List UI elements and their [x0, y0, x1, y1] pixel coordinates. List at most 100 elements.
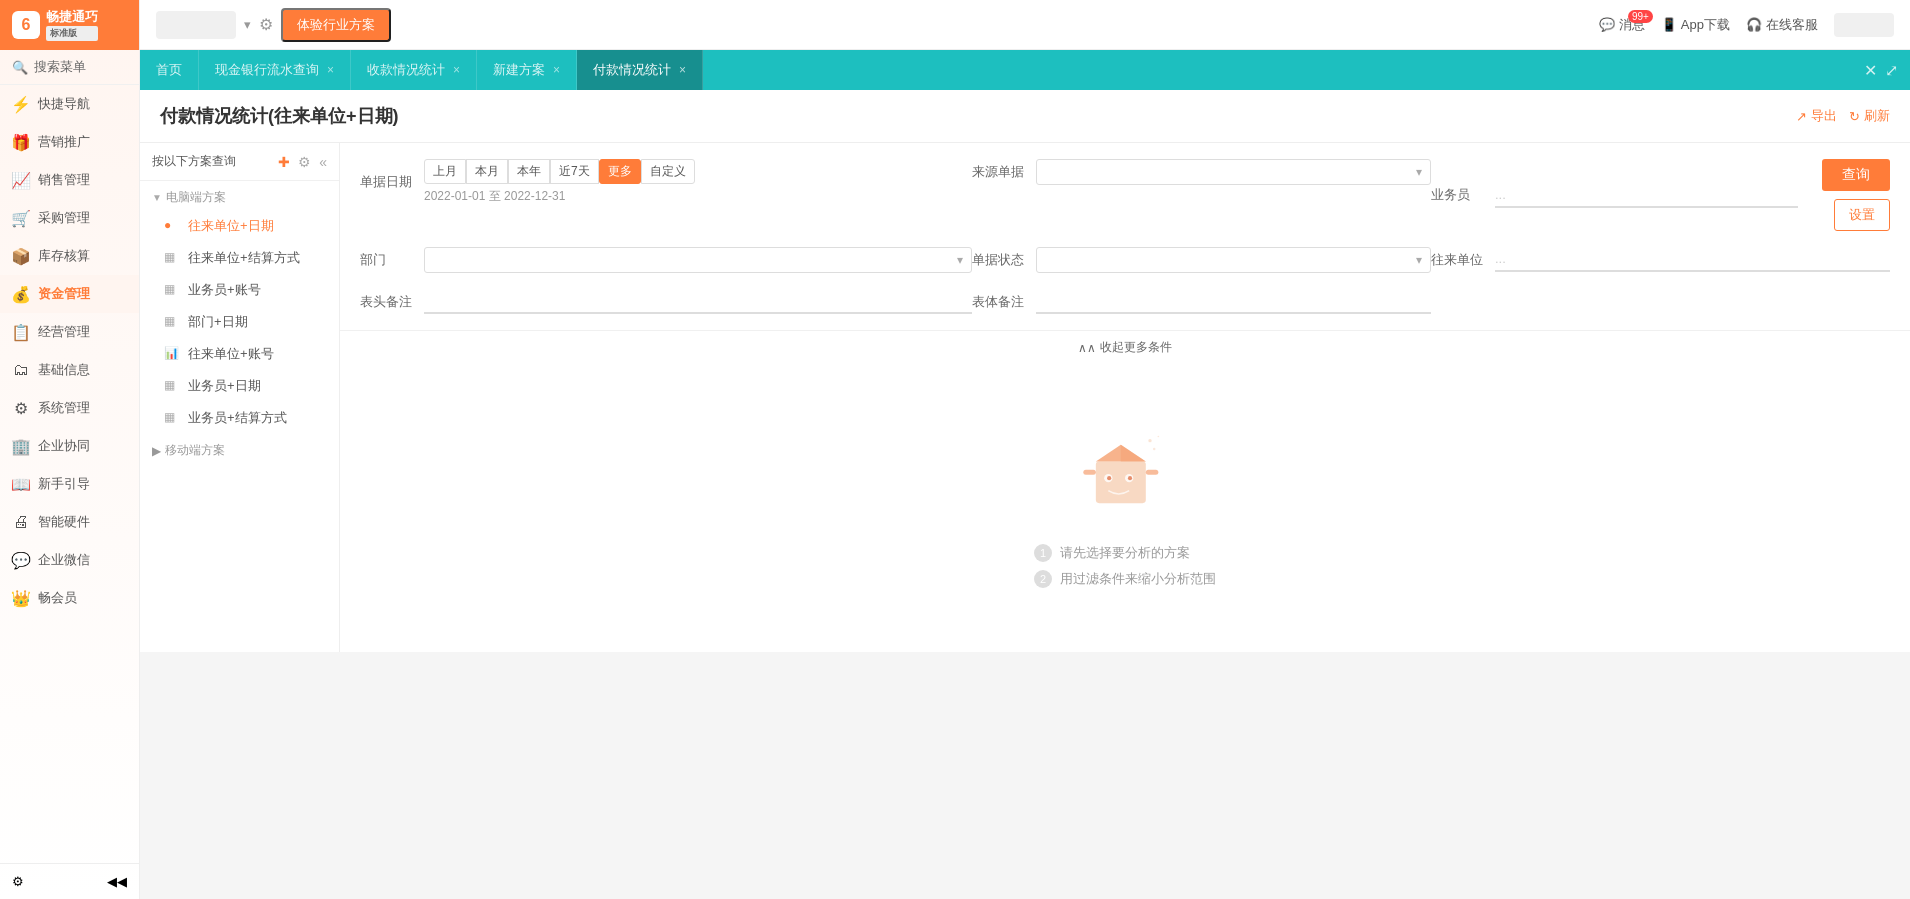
more-btn[interactable]: 更多	[599, 159, 641, 184]
scheme-header-actions: ✚ ⚙ «	[278, 154, 327, 170]
tab-close-all-icon[interactable]: ✕	[1864, 61, 1877, 80]
filter-row-1: 单据日期 上月 本月 本年 近7天 更多 自定义 20	[360, 159, 1890, 231]
page-title: 付款情况统计(往来单位+日期)	[160, 104, 399, 128]
trial-btn[interactable]: 体验行业方案	[281, 8, 391, 42]
collapse-label: 收起更多条件	[1100, 339, 1172, 356]
svg-point-1	[1153, 448, 1156, 451]
date-buttons: 上月 本月 本年 近7天 更多 自定义	[424, 159, 972, 184]
filter-row-2: 部门 ▾ 单据状态	[360, 247, 1890, 273]
scheme-item-partner-settle[interactable]: ▦ 往来单位+结算方式	[140, 242, 339, 274]
empty-state: 1 请先选择要分析的方案 2 用过滤条件来缩小分析范围	[340, 364, 1910, 652]
bill-status-select[interactable]: ▾	[1036, 247, 1431, 273]
filter-settings-btn[interactable]: 设置	[1834, 199, 1890, 231]
service-icon: 🎧	[1746, 17, 1762, 32]
empty-illustration	[1075, 424, 1175, 524]
sidebar-item-enterprise[interactable]: 🏢 企业协同	[0, 427, 139, 465]
tab-payment-close-icon[interactable]: ×	[679, 63, 686, 77]
add-scheme-btn[interactable]: ✚	[278, 154, 290, 170]
query-btn[interactable]: 查询	[1822, 159, 1890, 191]
company-dropdown-btn[interactable]: ▾	[244, 17, 251, 32]
marketing-icon: 🎁	[12, 133, 30, 151]
date-range-display: 2022-01-01 至 2022-12-31	[424, 188, 972, 205]
mobile-scheme-category[interactable]: ▶ 移动端方案	[140, 434, 339, 467]
staff-input[interactable]	[1495, 183, 1798, 207]
svg-point-9	[1128, 476, 1132, 480]
user-avatar[interactable]	[1834, 13, 1894, 37]
table-body-note-input[interactable]	[1036, 289, 1431, 313]
pc-category-label: 电脑端方案	[166, 189, 226, 206]
last-month-btn[interactable]: 上月	[424, 159, 466, 184]
last-7-btn[interactable]: 近7天	[550, 159, 599, 184]
staff-input-wrapper	[1495, 183, 1798, 208]
hardware-icon: 🖨	[12, 513, 30, 531]
scheme-item-staff-date[interactable]: ▦ 业务员+日期	[140, 370, 339, 402]
tab-new-scheme-label: 新建方案	[493, 61, 545, 79]
tab-bank-close-icon[interactable]: ×	[327, 63, 334, 77]
sidebar-item-wechat[interactable]: 💬 企业微信	[0, 541, 139, 579]
scheme-chart-icon: 📊	[164, 346, 180, 362]
tab-payment[interactable]: 付款情况统计 ×	[577, 50, 703, 90]
member-icon: 👑	[12, 589, 30, 607]
pc-scheme-category[interactable]: ▼ 电脑端方案	[140, 181, 339, 210]
tab-bank[interactable]: 现金银行流水查询 ×	[199, 50, 351, 90]
topbar-right: 💬 消息 99+ 📱 App下载 🎧 在线客服	[1599, 13, 1894, 37]
table-body-note-wrapper	[1036, 289, 1431, 314]
app-download-btn[interactable]: 📱 App下载	[1661, 16, 1730, 34]
tab-new-scheme-close-icon[interactable]: ×	[553, 63, 560, 77]
source-bill-label: 来源单据	[972, 163, 1028, 181]
tab-expand-icon[interactable]: ⤢	[1885, 61, 1898, 80]
sidebar-item-hardware[interactable]: 🖨 智能硬件	[0, 503, 139, 541]
export-label: 导出	[1811, 107, 1837, 125]
scheme-item-staff-settle[interactable]: ▦ 业务员+结算方式	[140, 402, 339, 434]
scheme-header-label: 按以下方案查询	[152, 153, 236, 170]
sidebar-item-sales[interactable]: 📈 销售管理	[0, 161, 139, 199]
sidebar-item-marketing[interactable]: 🎁 营销推广	[0, 123, 139, 161]
sidebar-nav: ⚡ 快捷导航 🎁 营销推广 📈 销售管理 🛒 采购管理 📦 库存核算 💰 资金管…	[0, 85, 139, 863]
source-bill-select[interactable]: ▾	[1036, 159, 1431, 185]
sidebar-item-finance[interactable]: 💰 资金管理	[0, 275, 139, 313]
scheme-grid-icon-3: ▦	[164, 314, 180, 330]
message-btn[interactable]: 💬 消息 99+	[1599, 16, 1645, 34]
tab-bank-label: 现金银行流水查询	[215, 61, 319, 79]
sidebar-item-label: 畅会员	[38, 589, 77, 607]
tab-receivable[interactable]: 收款情况统计 ×	[351, 50, 477, 90]
custom-btn[interactable]: 自定义	[641, 159, 695, 184]
sidebar-item-operation[interactable]: 📋 经营管理	[0, 313, 139, 351]
tab-new-scheme[interactable]: 新建方案 ×	[477, 50, 577, 90]
tab-receivable-close-icon[interactable]: ×	[453, 63, 460, 77]
tab-home[interactable]: 首页	[140, 50, 199, 90]
export-btn[interactable]: ↗ 导出	[1796, 107, 1837, 125]
partner-input-wrapper	[1495, 247, 1890, 272]
collapse-more-btn[interactable]: ∧∧ 收起更多条件	[340, 330, 1910, 364]
sidebar-item-basic[interactable]: 🗂 基础信息	[0, 351, 139, 389]
dept-select[interactable]: ▾	[424, 247, 972, 273]
dept-arrow-icon: ▾	[957, 253, 963, 267]
search-menu-item[interactable]: 🔍 搜索菜单	[0, 50, 139, 85]
scheme-item-partner-date[interactable]: ● 往来单位+日期	[140, 210, 339, 242]
collapse-sidebar-icon[interactable]: ◀◀	[107, 874, 127, 889]
sidebar-item-guide[interactable]: 📖 新手引导	[0, 465, 139, 503]
partner-input[interactable]	[1495, 247, 1890, 271]
sidebar-item-system[interactable]: ⚙ 系统管理	[0, 389, 139, 427]
scheme-list: ● 往来单位+日期 ▦ 往来单位+结算方式 ▦ 业务员+账号 ▦ 部门+日期	[140, 210, 339, 434]
scheme-item-partner-account[interactable]: 📊 往来单位+账号	[140, 338, 339, 370]
online-service-btn[interactable]: 🎧 在线客服	[1746, 16, 1818, 34]
scheme-item-dept-date[interactable]: ▦ 部门+日期	[140, 306, 339, 338]
sidebar-item-quick-nav[interactable]: ⚡ 快捷导航	[0, 85, 139, 123]
sidebar-item-purchase[interactable]: 🛒 采购管理	[0, 199, 139, 237]
this-year-btn[interactable]: 本年	[508, 159, 550, 184]
scheme-collapse-btn[interactable]: «	[319, 154, 327, 170]
scheme-item-staff-account[interactable]: ▦ 业务员+账号	[140, 274, 339, 306]
settings-gear-icon[interactable]: ⚙	[259, 15, 273, 34]
refresh-btn[interactable]: ↻ 刷新	[1849, 107, 1890, 125]
sales-icon: 📈	[12, 171, 30, 189]
operation-icon: 📋	[12, 323, 30, 341]
sidebar-item-inventory[interactable]: 📦 库存核算	[0, 237, 139, 275]
this-month-btn[interactable]: 本月	[466, 159, 508, 184]
service-label: 在线客服	[1766, 16, 1818, 34]
sidebar-item-member[interactable]: 👑 畅会员	[0, 579, 139, 617]
settings-footer-icon[interactable]: ⚙	[12, 874, 24, 889]
scheme-settings-btn[interactable]: ⚙	[298, 154, 311, 170]
table-header-note-input[interactable]	[424, 289, 972, 313]
tabbar: 首页 现金银行流水查询 × 收款情况统计 × 新建方案 × 付款情况统计 × ✕…	[140, 50, 1910, 90]
